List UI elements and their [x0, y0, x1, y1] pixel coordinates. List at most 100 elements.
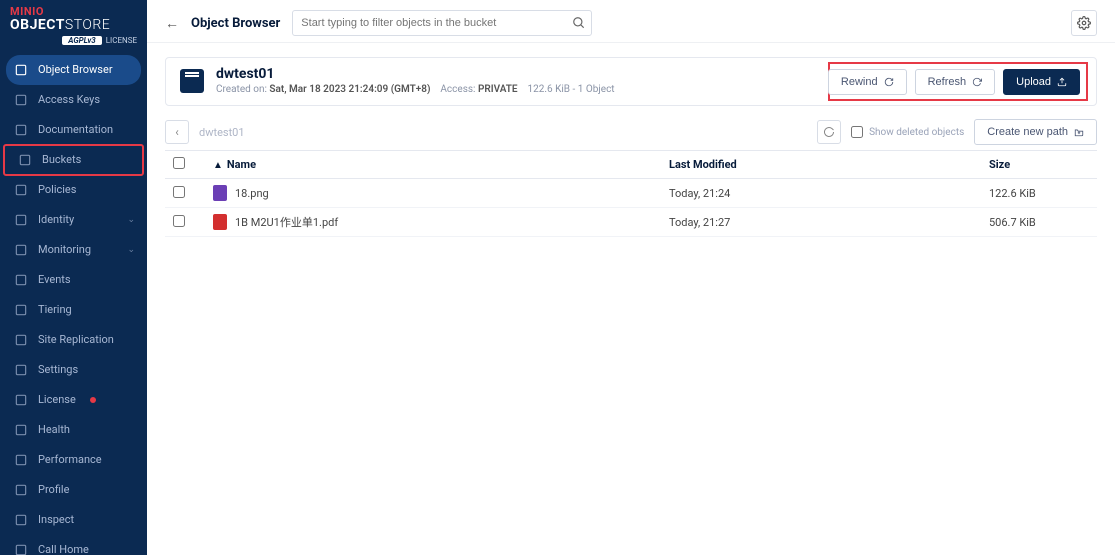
license-badge: AGPLv3 — [62, 36, 102, 45]
sidebar-item-policies[interactable]: Policies — [0, 175, 147, 205]
sidebar-item-performance[interactable]: Performance — [0, 445, 147, 475]
sidebar-item-label: Events — [38, 273, 71, 286]
sidebar-item-site-replication[interactable]: Site Replication — [0, 325, 147, 355]
policy-icon — [14, 183, 28, 197]
sidebar-item-tiering[interactable]: Tiering — [0, 295, 147, 325]
sidebar-item-label: Object Browser — [38, 63, 113, 76]
file-name: 1B M2U1作业单1.pdf — [235, 214, 338, 230]
browser-icon — [14, 63, 28, 77]
profile-icon — [14, 483, 28, 497]
perf-icon — [14, 453, 28, 467]
identity-icon — [14, 213, 28, 227]
rewind-small-button[interactable] — [817, 120, 841, 144]
object-table: ▲Name Last Modified Size 18.png Today, 21… — [165, 151, 1097, 237]
sidebar-item-label: Policies — [38, 183, 76, 196]
sidebar-item-label: Performance — [38, 453, 102, 466]
sidebar-item-label: Buckets — [42, 153, 81, 166]
bucket-actions: Rewind Refresh Upload — [828, 69, 1080, 95]
upload-icon — [1057, 77, 1067, 87]
file-size: 122.6 KiB — [969, 187, 1089, 200]
sidebar-item-license[interactable]: License — [0, 385, 147, 415]
content: dwtest01 Created on: Sat, Mar 18 2023 21… — [147, 43, 1115, 555]
col-size[interactable]: Size — [969, 158, 1089, 171]
sidebar-item-profile[interactable]: Profile — [0, 475, 147, 505]
logo-block: MINIO OBJECTSTORE AGPLv3 LICENSE — [0, 0, 147, 51]
create-path-button[interactable]: Create new path — [974, 119, 1097, 145]
show-deleted-checkbox[interactable] — [851, 126, 863, 138]
refresh-button[interactable]: Refresh — [915, 69, 996, 95]
logo-brand: MINIO — [10, 6, 137, 17]
sidebar-item-identity[interactable]: Identity⌄ — [0, 205, 147, 235]
file-modified: Today, 21:27 — [669, 216, 969, 229]
sidebar-item-label: Monitoring — [38, 243, 91, 256]
sidebar-item-buckets[interactable]: Buckets — [4, 145, 143, 175]
row-checkbox[interactable] — [173, 215, 185, 227]
file-size: 506.7 KiB — [969, 216, 1089, 229]
sidebar-item-label: Health — [38, 423, 70, 436]
col-modified[interactable]: Last Modified — [669, 158, 969, 171]
upload-button[interactable]: Upload — [1003, 69, 1080, 95]
sidebar-item-label: Tiering — [38, 303, 72, 316]
license-icon — [14, 393, 28, 407]
chevron-down-icon: ⌄ — [127, 245, 135, 255]
sidebar-item-events[interactable]: Events — [0, 265, 147, 295]
sidebar-item-object-browser[interactable]: Object Browser — [6, 55, 141, 85]
bucket-header-card: dwtest01 Created on: Sat, Mar 18 2023 21… — [165, 57, 1097, 106]
inspect-icon — [14, 513, 28, 527]
sidebar-item-label: Access Keys — [38, 93, 100, 106]
breadcrumb-row: ‹ dwtest01 Show deleted objects Create n… — [165, 114, 1097, 151]
bucket-icon — [180, 69, 204, 93]
monitor-icon — [14, 243, 28, 257]
table-row[interactable]: 1B M2U1作业单1.pdf Today, 21:27506.7 KiB — [165, 208, 1097, 237]
file-png-icon — [213, 185, 227, 201]
file-pdf-icon — [213, 214, 227, 230]
select-all-checkbox[interactable] — [173, 157, 185, 169]
health-icon — [14, 423, 28, 437]
file-name: 18.png — [235, 187, 269, 200]
replication-icon — [14, 333, 28, 347]
tiering-icon — [14, 303, 28, 317]
callhome-icon — [14, 543, 28, 555]
breadcrumb-back-button[interactable]: ‹ — [165, 120, 189, 144]
sidebar-item-inspect[interactable]: Inspect — [0, 505, 147, 535]
page-title: Object Browser — [191, 16, 280, 31]
search-icon[interactable] — [572, 15, 586, 34]
search-input[interactable] — [292, 10, 592, 36]
sidebar-item-label: Site Replication — [38, 333, 114, 346]
bucket-name: dwtest01 — [216, 66, 615, 82]
sidebar-item-label: License — [38, 393, 76, 406]
sidebar-item-monitoring[interactable]: Monitoring ⌄ — [0, 235, 147, 265]
rewind-icon — [884, 77, 894, 87]
sidebar-item-call-home[interactable]: Call Home — [0, 535, 147, 555]
sidebar-item-label: Inspect — [38, 513, 74, 526]
col-name[interactable]: ▲Name — [213, 158, 669, 171]
license-row: AGPLv3 LICENSE — [10, 36, 137, 45]
replay-icon — [823, 126, 835, 138]
keys-icon — [14, 93, 28, 107]
row-checkbox[interactable] — [173, 186, 185, 198]
sidebar-item-access-keys[interactable]: Access Keys — [0, 85, 147, 115]
settings-button[interactable] — [1071, 10, 1097, 36]
sidebar: MINIO OBJECTSTORE AGPLv3 LICENSE Object … — [0, 0, 147, 555]
sidebar-item-label: Call Home — [38, 543, 89, 555]
sidebar-item-settings[interactable]: Settings — [0, 355, 147, 385]
back-arrow-icon[interactable]: ← — [165, 15, 179, 32]
file-modified: Today, 21:24 — [669, 187, 969, 200]
sidebar-item-health[interactable]: Health — [0, 415, 147, 445]
new-path-icon — [1074, 127, 1084, 137]
rewind-button[interactable]: Rewind — [828, 69, 907, 95]
topbar: ← Object Browser — [147, 0, 1115, 43]
show-deleted-toggle[interactable]: Show deleted objects — [851, 126, 964, 138]
license-text: LICENSE — [106, 36, 137, 45]
refresh-icon — [972, 77, 982, 87]
logo-product: OBJECTSTORE — [10, 17, 137, 34]
sidebar-item-label: Documentation — [38, 123, 113, 136]
alert-dot — [90, 397, 96, 403]
sidebar-item-documentation[interactable]: Documentation — [0, 115, 147, 145]
doc-icon — [14, 123, 28, 137]
main: ← Object Browser dwtest01 Created on: Sa… — [147, 0, 1115, 555]
table-row[interactable]: 18.png Today, 21:24122.6 KiB — [165, 179, 1097, 208]
bucket-icon — [18, 153, 32, 167]
breadcrumb[interactable]: dwtest01 — [199, 126, 245, 139]
search-wrap — [292, 10, 592, 36]
